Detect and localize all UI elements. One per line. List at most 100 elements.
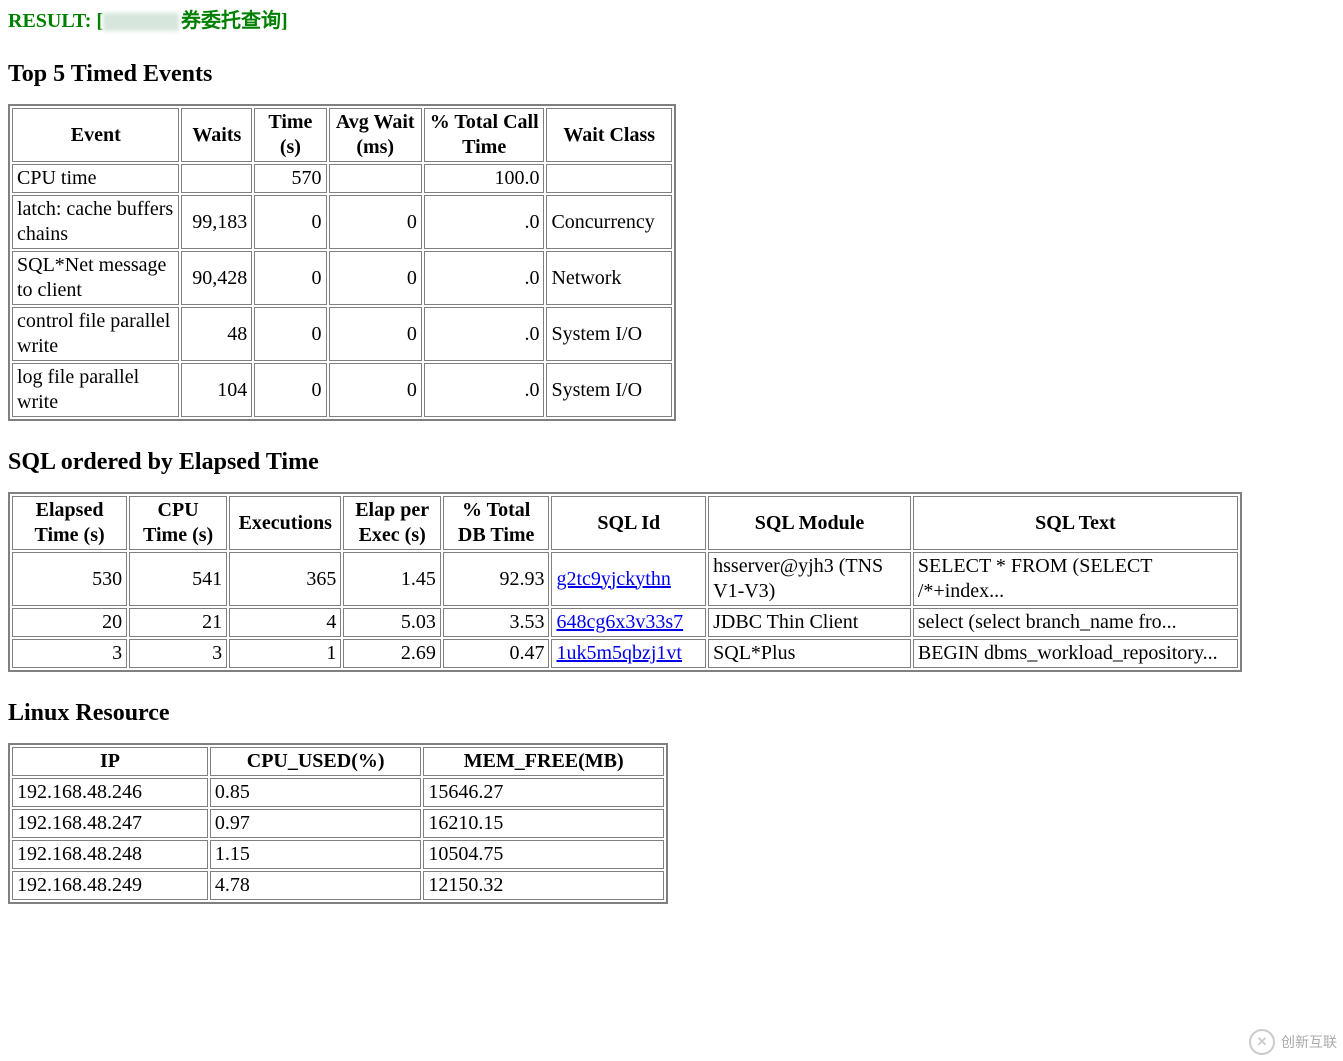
col-elap-per: Elap per Exec (s) [343,496,440,550]
cell-mem: 16210.15 [423,809,664,838]
cell-pct: 3.53 [443,608,550,637]
col-cpu: CPU Time (s) [129,496,227,550]
cell-mem: 15646.27 [423,778,664,807]
cell-event: log file parallel write [12,363,179,417]
cell-text: select (select branch_name fro... [913,608,1238,637]
cell-sqlid: g2tc9yjckythn [551,552,706,606]
cell-pct: 100.0 [424,164,545,193]
cell-time: 570 [254,164,326,193]
table-row: 20 21 4 5.03 3.53 648cg6x3v33s7 JDBC Thi… [12,608,1238,637]
cell-class: System I/O [546,307,672,361]
table-row: 192.168.48.249 4.78 12150.32 [12,871,664,900]
cell-event: CPU time [12,164,179,193]
top5-table: Event Waits Time (s) Avg Wait (ms) % Tot… [8,104,676,421]
table-row: SQL*Net message to client 90,428 0 0 .0 … [12,251,672,305]
table-row: control file parallel write 48 0 0 .0 Sy… [12,307,672,361]
cell-sqlid: 1uk5m5qbzj1vt [551,639,706,668]
sqlid-link[interactable]: 648cg6x3v33s7 [556,611,683,633]
sqlid-link[interactable]: 1uk5m5qbzj1vt [556,642,682,664]
cell-time: 0 [254,195,326,249]
sqlid-link[interactable]: g2tc9yjckythn [556,568,670,590]
cell-pct: 0.47 [443,639,550,668]
table-row: latch: cache buffers chains 99,183 0 0 .… [12,195,672,249]
table-row: 3 3 1 2.69 0.47 1uk5m5qbzj1vt SQL*Plus B… [12,639,1238,668]
cell-elapsed: 3 [12,639,127,668]
table-row: 192.168.48.247 0.97 16210.15 [12,809,664,838]
col-exec: Executions [229,496,341,550]
col-event: Event [12,108,179,162]
cell-class: Network [546,251,672,305]
cell-pct: .0 [424,363,545,417]
watermark: ✕ 创新互联 [1249,1029,1337,1055]
table-row: CPU time 570 100.0 [12,164,672,193]
cell-time: 0 [254,307,326,361]
cell-class: System I/O [546,363,672,417]
linux-table: IP CPU_USED(%) MEM_FREE(MB) 192.168.48.2… [8,743,668,904]
col-text: SQL Text [913,496,1238,550]
cell-text: SELECT * FROM (SELECT /*+index... [913,552,1238,606]
cell-ip: 192.168.48.248 [12,840,208,869]
cell-ip: 192.168.48.247 [12,809,208,838]
linux-body: 192.168.48.246 0.85 15646.27 192.168.48.… [12,778,664,900]
col-cpu: CPU_USED(%) [210,747,422,776]
table-row: log file parallel write 104 0 0 .0 Syste… [12,363,672,417]
cell-elapper: 2.69 [343,639,440,668]
sql-table: Elapsed Time (s) CPU Time (s) Executions… [8,492,1242,672]
cell-exec: 1 [229,639,341,668]
table-row: 192.168.48.246 0.85 15646.27 [12,778,664,807]
cell-mem: 12150.32 [423,871,664,900]
col-time-s: Time (s) [254,108,326,162]
top5-body: CPU time 570 100.0 latch: cache buffers … [12,164,672,417]
col-wait-class: Wait Class [546,108,672,162]
cell-waits [181,164,252,193]
section-title-linux: Linux Resource [8,700,1335,727]
cell-pct: .0 [424,307,545,361]
cell-text: BEGIN dbms_workload_repository... [913,639,1238,668]
cell-pct: .0 [424,251,545,305]
cell-time: 0 [254,363,326,417]
cell-ip: 192.168.48.246 [12,778,208,807]
report-page: RESULT: [ 券委托查询] Top 5 Timed Events Event… [0,0,1343,944]
cell-cpu: 3 [129,639,227,668]
cell-module: SQL*Plus [708,639,911,668]
result-tail: 券委托查询] [181,10,288,32]
result-prefix: RESULT: [ [8,10,103,32]
cell-avg [329,164,422,193]
cell-avg: 0 [329,251,422,305]
cell-event: latch: cache buffers chains [12,195,179,249]
cell-cpu: 21 [129,608,227,637]
table-row: 192.168.48.248 1.15 10504.75 [12,840,664,869]
table-row: 530 541 365 1.45 92.93 g2tc9yjckythn hss… [12,552,1238,606]
cell-cpu: 0.85 [210,778,422,807]
table-header-row: Elapsed Time (s) CPU Time (s) Executions… [12,496,1238,550]
cell-ip: 192.168.48.249 [12,871,208,900]
cell-event: control file parallel write [12,307,179,361]
cell-waits: 48 [181,307,252,361]
cell-cpu: 541 [129,552,227,606]
col-pct-total: % Total Call Time [424,108,545,162]
cell-event: SQL*Net message to client [12,251,179,305]
sql-body: 530 541 365 1.45 92.93 g2tc9yjckythn hss… [12,552,1238,668]
col-elapsed: Elapsed Time (s) [12,496,127,550]
cell-cpu: 1.15 [210,840,422,869]
watermark-text: 创新互联 [1281,1032,1337,1052]
cell-waits: 90,428 [181,251,252,305]
cell-avg: 0 [329,363,422,417]
section-title-top5: Top 5 Timed Events [8,61,1335,88]
col-waits: Waits [181,108,252,162]
cell-pct: 92.93 [443,552,550,606]
cell-exec: 365 [229,552,341,606]
cell-module: hsserver@yjh3 (TNS V1-V3) [708,552,911,606]
col-module: SQL Module [708,496,911,550]
cell-exec: 4 [229,608,341,637]
cell-avg: 0 [329,195,422,249]
cell-time: 0 [254,251,326,305]
col-avg-wait: Avg Wait (ms) [329,108,422,162]
cell-cpu: 0.97 [210,809,422,838]
section-title-sql: SQL ordered by Elapsed Time [8,449,1335,476]
cell-cpu: 4.78 [210,871,422,900]
cell-waits: 104 [181,363,252,417]
cell-elapsed: 20 [12,608,127,637]
table-header-row: IP CPU_USED(%) MEM_FREE(MB) [12,747,664,776]
cell-pct: .0 [424,195,545,249]
